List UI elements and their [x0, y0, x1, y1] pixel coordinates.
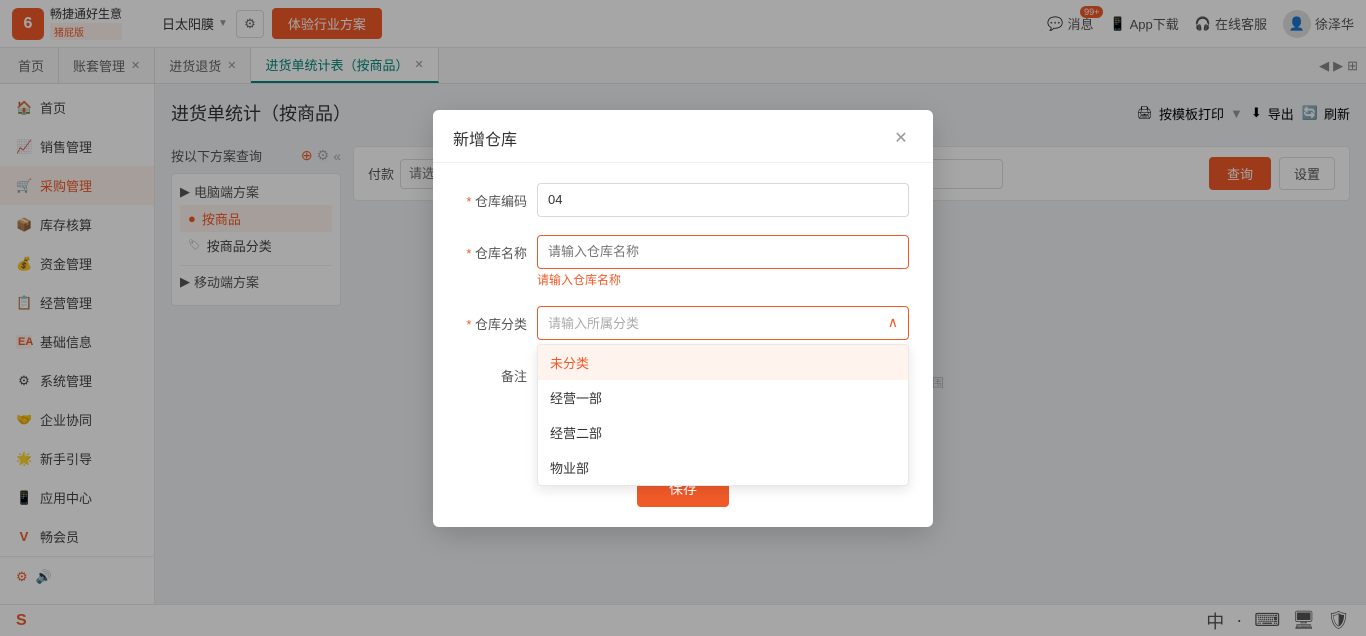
- add-warehouse-modal: 新增仓库 ✕ 仓库编码 仓库名称 请输入仓库名称 仓库分类: [433, 110, 933, 527]
- form-row-category: 仓库分类 请输入所属分类 ∧ 未分类 经营一部: [457, 306, 909, 340]
- form-row-code: 仓库编码: [457, 183, 909, 217]
- name-input[interactable]: [537, 235, 909, 269]
- code-label: 仓库编码: [457, 183, 537, 210]
- dropdown-item-property[interactable]: 物业部: [538, 450, 908, 485]
- name-label: 仓库名称: [457, 235, 537, 262]
- dropdown-item-dept2[interactable]: 经营二部: [538, 415, 908, 450]
- category-chevron-up-icon: ∧: [888, 314, 898, 331]
- name-field: 请输入仓库名称: [537, 235, 909, 288]
- category-placeholder: 请输入所属分类: [548, 313, 639, 332]
- modal-overlay: 新增仓库 ✕ 仓库编码 仓库名称 请输入仓库名称 仓库分类: [0, 0, 1366, 636]
- code-field: [537, 183, 909, 217]
- name-error: 请输入仓库名称: [537, 271, 909, 288]
- category-field: 请输入所属分类 ∧ 未分类 经营一部 经营二部: [537, 306, 909, 340]
- category-label: 仓库分类: [457, 306, 537, 333]
- category-dropdown: 未分类 经营一部 经营二部 物业部: [537, 344, 909, 486]
- modal-header: 新增仓库 ✕: [433, 110, 933, 163]
- dropdown-item-uncategorized[interactable]: 未分类: [538, 345, 908, 380]
- category-select[interactable]: 请输入所属分类 ∧: [537, 306, 909, 340]
- modal-close-button[interactable]: ✕: [889, 126, 913, 150]
- modal-title: 新增仓库: [453, 126, 517, 150]
- form-row-name: 仓库名称 请输入仓库名称: [457, 235, 909, 288]
- note-label: 备注: [457, 358, 537, 385]
- modal-body: 仓库编码 仓库名称 请输入仓库名称 仓库分类 请输入所属分类: [433, 163, 933, 459]
- code-input[interactable]: [537, 183, 909, 217]
- dropdown-item-dept1[interactable]: 经营一部: [538, 380, 908, 415]
